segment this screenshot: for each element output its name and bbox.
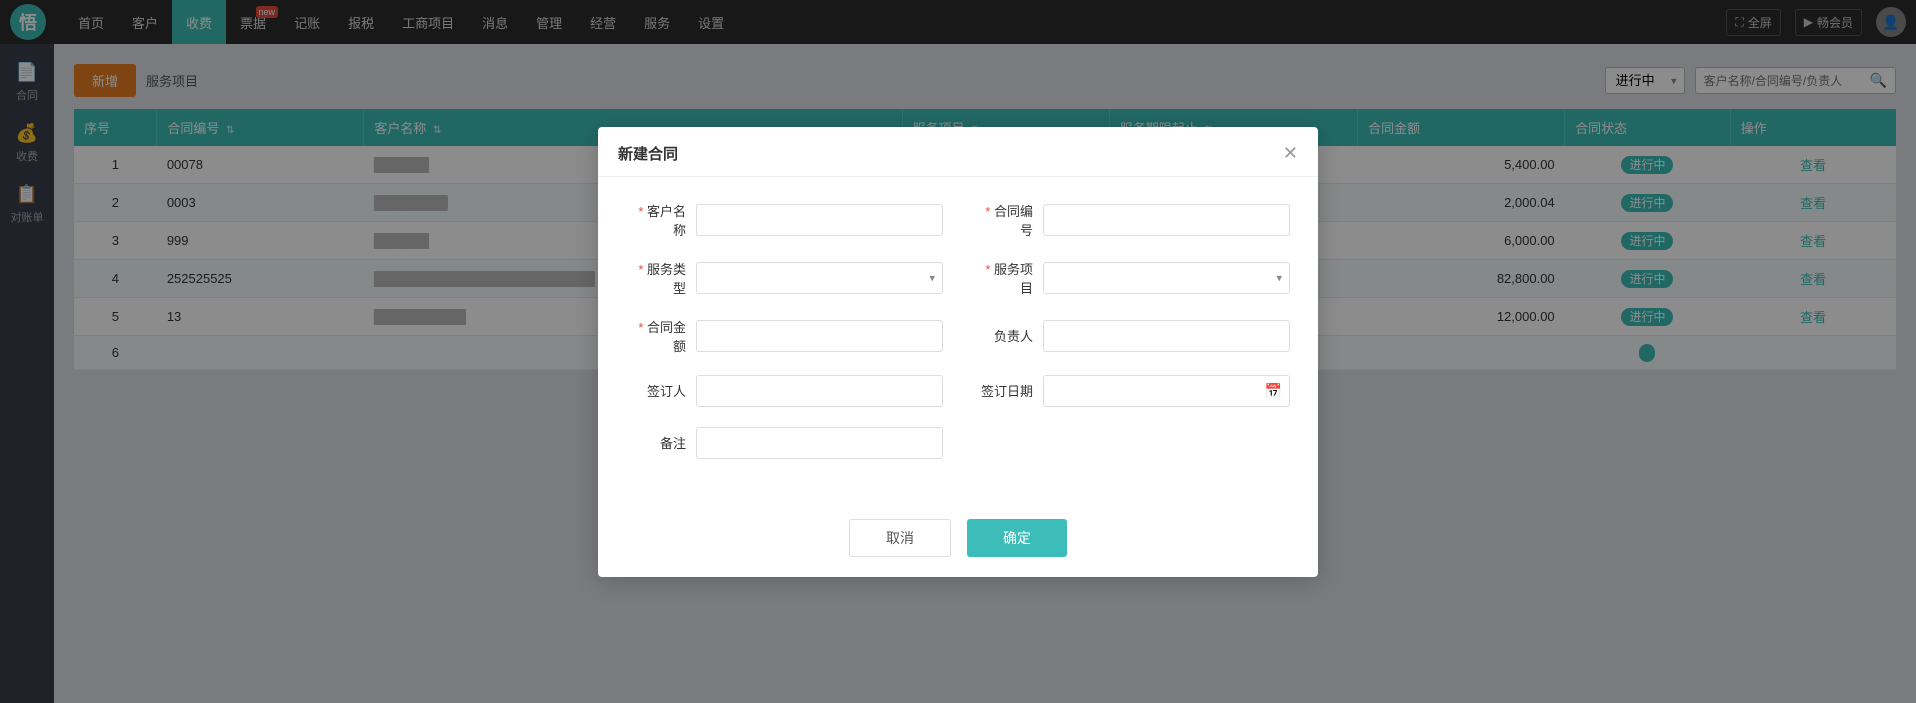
service-item-label: 服务项目 xyxy=(973,259,1043,297)
service-item-select-wrap xyxy=(1043,262,1290,294)
cancel-button[interactable]: 取消 xyxy=(849,519,951,557)
dialog-header: 新建合同 ✕ xyxy=(598,127,1318,177)
responsible-field: 负责人 xyxy=(973,317,1290,355)
signatory-field: 签订人 xyxy=(626,375,943,407)
form-row-1: 客户名称 合同编号 xyxy=(626,201,1290,239)
customer-name-field: 客户名称 xyxy=(626,201,943,239)
form-row-3: 合同金额 0.00 负责人 xyxy=(626,317,1290,355)
sign-date-wrap: 2023-06-06 📅 xyxy=(1043,375,1290,407)
remark-input[interactable] xyxy=(696,427,943,459)
dialog-body: 客户名称 合同编号 服务类型 xyxy=(598,177,1318,503)
responsible-input[interactable] xyxy=(1043,320,1290,352)
sign-date-label: 签订日期 xyxy=(973,381,1043,400)
service-item-field: 服务项目 xyxy=(973,259,1290,297)
dialog-title: 新建合同 xyxy=(618,143,678,164)
confirm-button[interactable]: 确定 xyxy=(967,519,1067,557)
form-row-2: 服务类型 服务项目 xyxy=(626,259,1290,297)
signatory-label: 签订人 xyxy=(626,381,696,400)
customer-name-label: 客户名称 xyxy=(626,201,696,239)
service-item-select[interactable] xyxy=(1043,262,1290,294)
service-type-select[interactable] xyxy=(696,262,943,294)
form-row-5: 备注 xyxy=(626,427,1290,459)
signatory-input[interactable] xyxy=(696,375,943,407)
customer-name-input[interactable] xyxy=(696,204,943,236)
contract-no-label: 合同编号 xyxy=(973,201,1043,239)
remark-label: 备注 xyxy=(626,433,696,452)
remark-field: 备注 xyxy=(626,427,943,459)
amount-field: 合同金额 0.00 xyxy=(626,317,943,355)
service-type-label: 服务类型 xyxy=(626,259,696,297)
sign-date-field: 签订日期 2023-06-06 📅 xyxy=(973,375,1290,407)
amount-input[interactable]: 0.00 xyxy=(696,320,943,352)
amount-label: 合同金额 xyxy=(626,317,696,355)
form-row-4: 签订人 签订日期 2023-06-06 📅 xyxy=(626,375,1290,407)
service-type-select-wrap xyxy=(696,262,943,294)
dialog-footer: 取消 确定 xyxy=(598,503,1318,577)
service-type-field: 服务类型 xyxy=(626,259,943,297)
sign-date-input[interactable]: 2023-06-06 xyxy=(1043,375,1290,407)
dialog: 新建合同 ✕ 客户名称 合同编号 服务类型 xyxy=(598,127,1318,577)
calendar-icon[interactable]: 📅 xyxy=(1265,382,1282,399)
contract-no-field: 合同编号 xyxy=(973,201,1290,239)
dialog-close-button[interactable]: ✕ xyxy=(1283,144,1298,162)
responsible-label: 负责人 xyxy=(973,326,1043,345)
dialog-overlay: 新建合同 ✕ 客户名称 合同编号 服务类型 xyxy=(0,0,1916,703)
contract-no-input[interactable] xyxy=(1043,204,1290,236)
